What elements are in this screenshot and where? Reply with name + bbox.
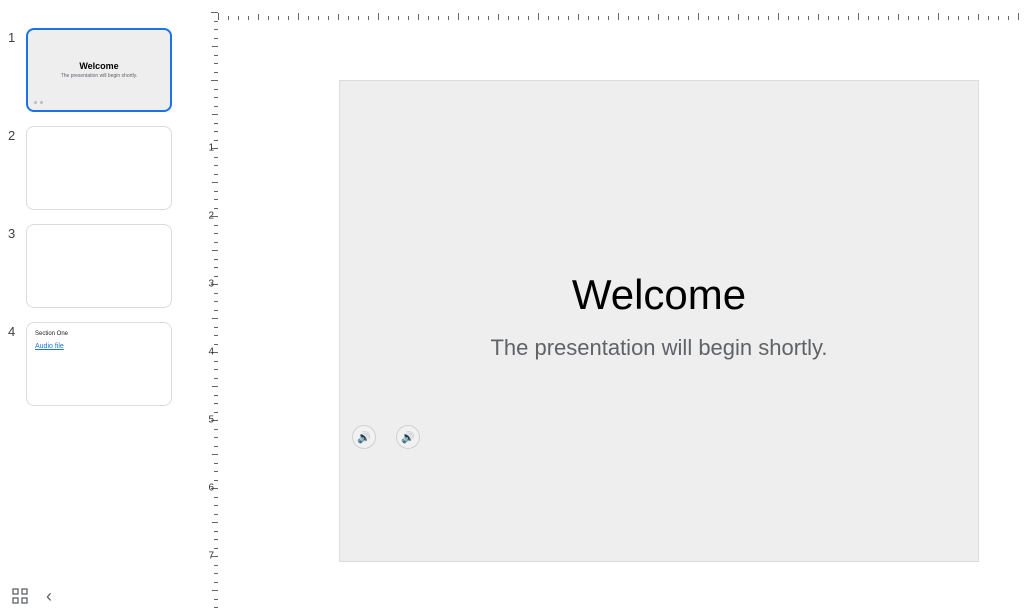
slide-thumbnail[interactable] xyxy=(26,126,172,210)
slide-number: 4 xyxy=(8,322,26,339)
slide-thumbnail-item[interactable]: 2 xyxy=(8,126,172,210)
thumb-section-label: Section One xyxy=(35,331,68,337)
slide-canvas[interactable]: Welcome The presentation will begin shor… xyxy=(339,80,979,562)
slide-thumbnail-item[interactable]: 4 Section One Audio file xyxy=(8,322,172,406)
main-row: 1 Welcome The presentation will begin sh… xyxy=(0,20,1024,579)
thumb-subtitle: The presentation will begin shortly. xyxy=(61,73,138,79)
thumb-audio-dots xyxy=(34,101,43,104)
ruler-spacer xyxy=(0,0,200,20)
gap xyxy=(180,20,200,579)
app-root: 1 Welcome The presentation will begin sh… xyxy=(0,0,1024,613)
canvas-area[interactable]: Welcome The presentation will begin shor… xyxy=(218,20,1024,579)
thumb-link: Audio file xyxy=(35,343,64,350)
vertical-ruler[interactable]: 1234567 xyxy=(200,20,218,579)
chevron-left-icon[interactable]: ‹ xyxy=(46,586,52,607)
slide-number: 1 xyxy=(8,28,26,45)
thumb-title: Welcome xyxy=(79,61,118,71)
slide-title[interactable]: Welcome xyxy=(340,271,978,319)
speaker-icon[interactable]: 🔊 xyxy=(352,425,376,449)
speaker-glyph: 🔊 xyxy=(357,431,371,444)
grid-view-icon[interactable] xyxy=(12,588,28,604)
slide-thumbnail[interactable] xyxy=(26,224,172,308)
speaker-glyph: 🔊 xyxy=(401,431,415,444)
footer-bar: ‹ xyxy=(0,579,1024,613)
speaker-icon[interactable]: 🔊 xyxy=(396,425,420,449)
ruler-spacer xyxy=(200,0,218,20)
slide-panel: 1 Welcome The presentation will begin sh… xyxy=(0,20,180,579)
slide-thumbnail[interactable]: Welcome The presentation will begin shor… xyxy=(26,28,172,112)
slide-thumbnail-item[interactable]: 3 xyxy=(8,224,172,308)
slide-subtitle[interactable]: The presentation will begin shortly. xyxy=(340,335,978,361)
slide-list: 1 Welcome The presentation will begin sh… xyxy=(0,20,180,579)
slide-number: 3 xyxy=(8,224,26,241)
horizontal-ruler[interactable] xyxy=(218,0,1024,20)
slide-thumbnail-item[interactable]: 1 Welcome The presentation will begin sh… xyxy=(8,28,172,112)
slide-number: 2 xyxy=(8,126,26,143)
vertical-ruler-column: 1234567 xyxy=(200,20,218,579)
thumb-content: Welcome The presentation will begin shor… xyxy=(28,30,170,110)
slide-thumbnail[interactable]: Section One Audio file xyxy=(26,322,172,406)
horizontal-ruler-row xyxy=(0,0,1024,20)
